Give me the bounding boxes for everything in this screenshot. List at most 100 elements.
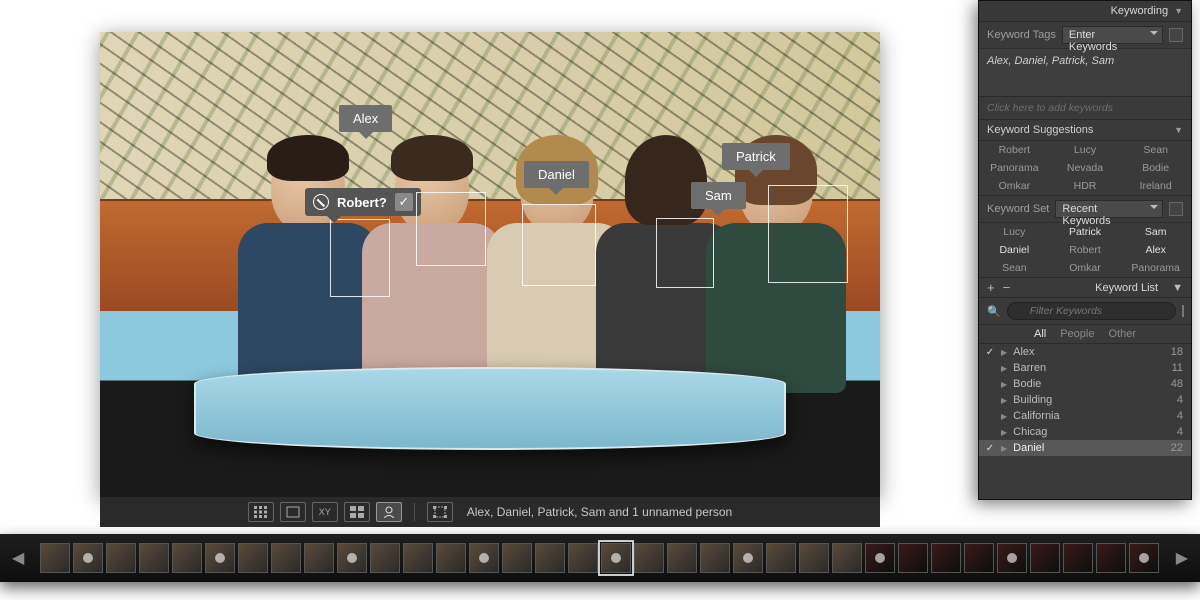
keyword-suggestion[interactable]: Omkar — [979, 177, 1050, 195]
filmstrip-thumb[interactable] — [304, 543, 334, 573]
collapse-icon[interactable]: ▼ — [1172, 282, 1183, 294]
filmstrip-thumb[interactable] — [799, 543, 829, 573]
keyword-list-item[interactable]: ✓▶Alex18 — [979, 344, 1191, 360]
keyword-expand-icon[interactable]: ▶ — [1001, 348, 1007, 357]
keyword-set-item[interactable]: Alex — [1120, 241, 1191, 259]
keyword-suggestions-header[interactable]: Keyword Suggestions ▼ — [979, 120, 1191, 141]
keyword-tags-toggle[interactable] — [1169, 28, 1183, 42]
keyword-suggestion[interactable]: HDR — [1050, 177, 1121, 195]
remove-keyword-button[interactable]: − — [1003, 281, 1011, 294]
filmstrip-thumb[interactable] — [832, 543, 862, 573]
collapse-icon[interactable]: ▼ — [1174, 125, 1183, 135]
filmstrip-thumb[interactable] — [700, 543, 730, 573]
filmstrip-thumb[interactable] — [370, 543, 400, 573]
filter-icon[interactable] — [1182, 305, 1184, 317]
filmstrip-thumb[interactable] — [469, 543, 499, 573]
face-name-bubble[interactable]: Daniel — [524, 161, 589, 188]
filmstrip-thumb[interactable] — [1129, 543, 1159, 573]
filmstrip-thumb[interactable] — [667, 543, 697, 573]
filmstrip-thumb[interactable] — [865, 543, 895, 573]
keyword-set-item[interactable]: Daniel — [979, 241, 1050, 259]
keyword-tags-hint[interactable]: Click here to add keywords — [979, 97, 1191, 120]
add-keyword-button[interactable]: + — [987, 281, 995, 294]
keyword-suggestion[interactable]: Robert — [979, 141, 1050, 159]
keywording-header[interactable]: Keywording ▼ — [979, 1, 1191, 22]
collapse-icon[interactable]: ▼ — [1174, 6, 1183, 16]
loupe-view-button[interactable] — [280, 502, 306, 522]
keyword-expand-icon[interactable]: ▶ — [1001, 444, 1007, 453]
filmstrip-thumb[interactable] — [205, 543, 235, 573]
filmstrip-thumb[interactable] — [238, 543, 268, 573]
filmstrip-thumb[interactable] — [568, 543, 598, 573]
filmstrip-thumb[interactable] — [733, 543, 763, 573]
keyword-tags-value[interactable]: Alex, Daniel, Patrick, Sam — [979, 49, 1191, 97]
keyword-suggestion[interactable]: Ireland — [1120, 177, 1191, 195]
filmstrip-thumb[interactable] — [997, 543, 1027, 573]
keyword-list-item[interactable]: ✓▶Daniel22 — [979, 440, 1191, 456]
filmstrip-next-icon[interactable]: ▶ — [1176, 548, 1188, 568]
filmstrip-prev-icon[interactable]: ◀ — [12, 548, 24, 568]
keyword-set-item[interactable]: Lucy — [979, 223, 1050, 241]
keyword-expand-icon[interactable]: ▶ — [1001, 428, 1007, 437]
filmstrip-thumb[interactable] — [766, 543, 796, 573]
keyword-set-dropdown[interactable]: Recent Keywords — [1055, 200, 1163, 218]
grid-view-button[interactable] — [248, 502, 274, 522]
keyword-suggestion[interactable]: Sean — [1120, 141, 1191, 159]
keyword-suggestion[interactable]: Lucy — [1050, 141, 1121, 159]
keyword-suggestion[interactable]: Nevada — [1050, 159, 1121, 177]
survey-view-button[interactable] — [344, 502, 370, 522]
keyword-list[interactable]: ✓▶Alex18▶Barren11▶Bodie48▶Building4▶Cali… — [979, 344, 1191, 456]
keyword-suggestion[interactable]: Panorama — [979, 159, 1050, 177]
filmstrip-thumb[interactable] — [40, 543, 70, 573]
keyword-tags-mode-dropdown[interactable]: Enter Keywords — [1062, 26, 1163, 44]
keyword-set-item[interactable]: Sam — [1120, 223, 1191, 241]
filmstrip-thumb[interactable] — [172, 543, 202, 573]
keyword-set-item[interactable]: Panorama — [1120, 259, 1191, 277]
accept-face-icon[interactable]: ✓ — [395, 193, 413, 211]
filmstrip-thumb[interactable] — [337, 543, 367, 573]
keyword-expand-icon[interactable]: ▶ — [1001, 380, 1007, 389]
main-photo[interactable] — [100, 32, 880, 497]
people-view-button[interactable] — [376, 502, 402, 522]
filmstrip-thumb[interactable] — [1096, 543, 1126, 573]
keyword-expand-icon[interactable]: ▶ — [1001, 412, 1007, 421]
filmstrip-thumb[interactable] — [931, 543, 961, 573]
keyword-list-item[interactable]: ▶California4 — [979, 408, 1191, 424]
filmstrip-thumb[interactable] — [964, 543, 994, 573]
filmstrip-thumb[interactable] — [436, 543, 466, 573]
keyword-set-item[interactable]: Sean — [979, 259, 1050, 277]
keyword-expand-icon[interactable]: ▶ — [1001, 396, 1007, 405]
keyword-suggestion[interactable]: Bodie — [1120, 159, 1191, 177]
filmstrip-thumb[interactable] — [271, 543, 301, 573]
tab-all[interactable]: All — [1034, 328, 1046, 340]
filmstrip-thumb[interactable] — [1063, 543, 1093, 573]
keyword-filter-input[interactable] — [1007, 302, 1176, 320]
filmstrip-thumb[interactable] — [106, 543, 136, 573]
keyword-list-item[interactable]: ▶Building4 — [979, 392, 1191, 408]
draw-face-region-button[interactable] — [427, 502, 453, 522]
tab-other[interactable]: Other — [1108, 328, 1136, 340]
face-name-bubble[interactable]: Alex — [339, 105, 392, 132]
filmstrip-thumb[interactable] — [898, 543, 928, 573]
reject-face-icon[interactable] — [313, 194, 329, 210]
keyword-expand-icon[interactable]: ▶ — [1001, 364, 1007, 373]
keyword-checked-icon[interactable]: ✓ — [985, 347, 995, 358]
filmstrip[interactable]: ◀ ▶ — [0, 534, 1200, 582]
keyword-set-item[interactable]: Robert — [1050, 241, 1121, 259]
filmstrip-thumb[interactable] — [502, 543, 532, 573]
face-name-bubble[interactable]: Sam — [691, 182, 746, 209]
filmstrip-thumb[interactable] — [601, 543, 631, 573]
filmstrip-thumb[interactable] — [535, 543, 565, 573]
face-name-bubble[interactable]: Patrick — [722, 143, 790, 170]
filmstrip-thumb[interactable] — [1030, 543, 1060, 573]
tab-people[interactable]: People — [1060, 328, 1094, 340]
compare-view-button[interactable]: XY — [312, 502, 338, 522]
keyword-list-item[interactable]: ▶Barren11 — [979, 360, 1191, 376]
keyword-list-item[interactable]: ▶Chicag4 — [979, 424, 1191, 440]
filmstrip-thumb[interactable] — [634, 543, 664, 573]
keyword-set-toggle[interactable] — [1169, 202, 1183, 216]
filmstrip-thumb[interactable] — [403, 543, 433, 573]
keyword-list-item[interactable]: ▶Bodie48 — [979, 376, 1191, 392]
filmstrip-thumb[interactable] — [73, 543, 103, 573]
keyword-checked-icon[interactable]: ✓ — [985, 443, 995, 454]
